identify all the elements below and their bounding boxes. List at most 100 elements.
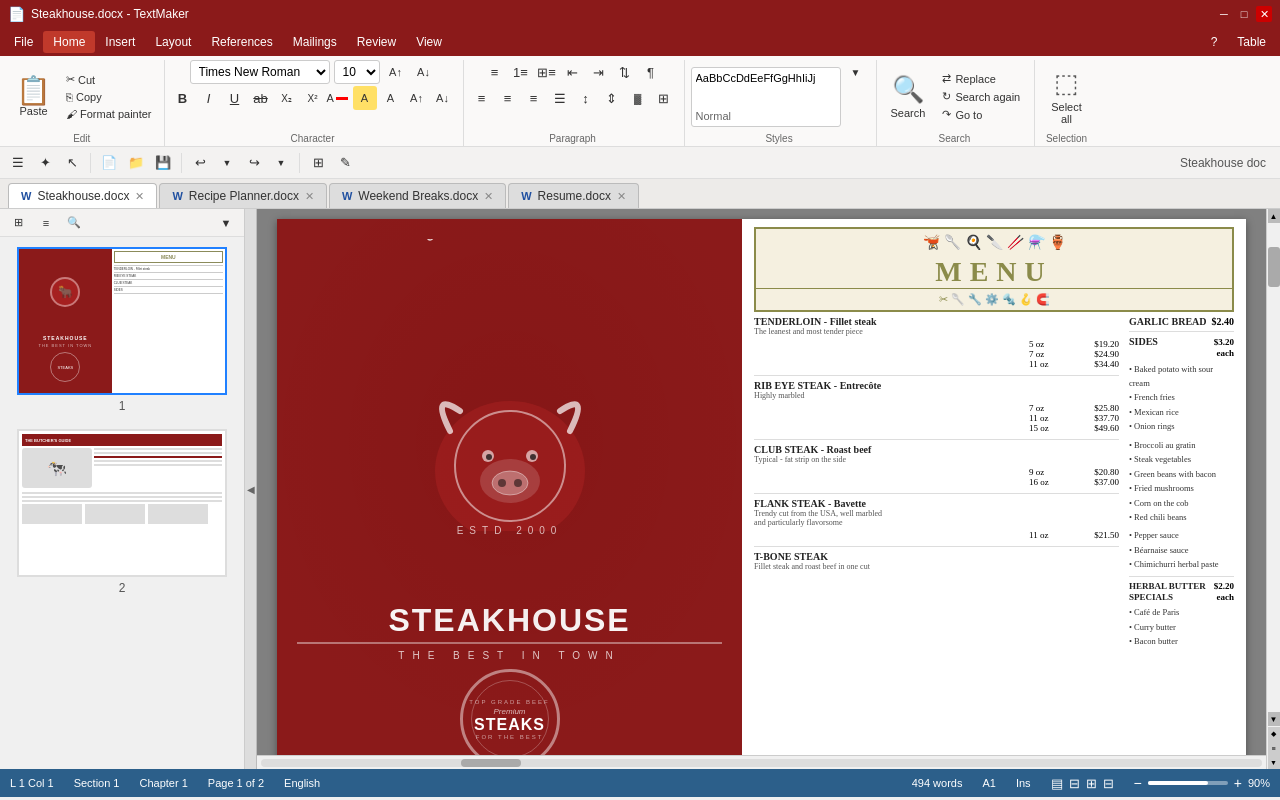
panel-collapse-handle[interactable]: ◀ — [245, 209, 257, 769]
toolbar-open-button[interactable]: 📁 — [124, 151, 148, 175]
zoom-slider[interactable] — [1148, 781, 1228, 785]
scroll-extra-1[interactable]: ◆ — [1268, 727, 1280, 741]
menu-home[interactable]: Home — [43, 31, 95, 53]
doc-tab-weekend-close[interactable]: ✕ — [484, 190, 493, 203]
font-name-select[interactable]: Times New Roman — [190, 60, 330, 84]
toolbar-cursor-button[interactable]: ↖ — [60, 151, 84, 175]
menu-references[interactable]: References — [201, 31, 282, 53]
title-controls[interactable]: ─ □ ✕ — [1216, 6, 1272, 22]
italic-button[interactable]: I — [197, 86, 221, 110]
zoom-in-button[interactable]: + — [1234, 775, 1242, 791]
char-format-button[interactable]: A — [379, 86, 403, 110]
scroll-extra-3[interactable]: ▼ — [1268, 755, 1280, 769]
scroll-thumb[interactable] — [1268, 247, 1280, 287]
font-size-select[interactable]: 10 — [334, 60, 380, 84]
menu-insert[interactable]: Insert — [95, 31, 145, 53]
justify-button[interactable]: ☰ — [548, 86, 572, 110]
doc-tab-steakhouse-close[interactable]: ✕ — [135, 190, 144, 203]
style-dropdown-button[interactable]: ▼ — [844, 60, 868, 84]
toolbar-undo-dropdown-button[interactable]: ▼ — [215, 151, 239, 175]
scroll-up-button[interactable]: ▲ — [1268, 209, 1280, 223]
doc-tab-weekend[interactable]: W Weekend Breaks.docx ✕ — [329, 183, 506, 208]
paste-button[interactable]: 📋 Paste — [8, 73, 59, 121]
bold-button[interactable]: B — [171, 86, 195, 110]
close-button[interactable]: ✕ — [1256, 6, 1272, 22]
horizontal-scrollbar[interactable] — [257, 755, 1266, 769]
select-all-button[interactable]: ⬚ Selectall — [1041, 64, 1092, 129]
right-scrollbar[interactable]: ▲ ▼ ◆ ≡ ▼ — [1266, 209, 1280, 769]
sort-button[interactable]: ⇅ — [613, 60, 637, 84]
toolbar-undo-button[interactable]: ↩ — [188, 151, 212, 175]
menu-table[interactable]: Table — [1227, 31, 1276, 53]
style-preview-box[interactable]: AaBbCcDdEeFfGgHhIiJj Normal — [691, 67, 841, 127]
toolbar-redo-dropdown-button[interactable]: ▼ — [269, 151, 293, 175]
doc-tab-steakhouse[interactable]: W Steakhouse.docx ✕ — [8, 183, 157, 208]
doc-tab-recipe-close[interactable]: ✕ — [305, 190, 314, 203]
toolbar-menu-button[interactable]: ☰ — [6, 151, 30, 175]
char-up-button[interactable]: A↑ — [405, 86, 429, 110]
menu-view[interactable]: View — [406, 31, 452, 53]
bullets-button[interactable]: ≡ — [483, 60, 507, 84]
strikethrough-button[interactable]: ab — [249, 86, 273, 110]
scroll-down-button[interactable]: ▼ — [1268, 712, 1280, 726]
doc-tab-recipe[interactable]: W Recipe Planner.docx ✕ — [159, 183, 326, 208]
panel-expand-button[interactable]: ▼ — [214, 211, 238, 235]
cut-button[interactable]: ✂ Cut — [62, 71, 156, 88]
shading-button[interactable]: ▓ — [626, 86, 650, 110]
align-right-button[interactable]: ≡ — [522, 86, 546, 110]
font-size-increase-button[interactable]: A↑ — [384, 60, 408, 84]
panel-search-button[interactable]: 🔍 — [62, 211, 86, 235]
toolbar-edit-button[interactable]: ✎ — [333, 151, 357, 175]
goto-button[interactable]: ↷ Go to — [936, 106, 1026, 123]
menu-mailings[interactable]: Mailings — [283, 31, 347, 53]
superscript-button[interactable]: X² — [301, 86, 325, 110]
page-thumb-img-2[interactable]: THE BUTCHER'S GUIDE 🐄 — [17, 429, 227, 577]
subscript-button[interactable]: X₂ — [275, 86, 299, 110]
menu-layout[interactable]: Layout — [145, 31, 201, 53]
view-icon-print[interactable]: ▤ — [1051, 776, 1063, 791]
menu-file[interactable]: File — [4, 31, 43, 53]
menu-review[interactable]: Review — [347, 31, 406, 53]
hscroll-track[interactable] — [261, 759, 1262, 767]
page-thumb-img-1[interactable]: 🐂 STEAKHOUSE THE BEST IN TOWN STEAKS MEN… — [17, 247, 227, 395]
char-down-button[interactable]: A↓ — [431, 86, 455, 110]
multilevel-button[interactable]: ⊞≡ — [535, 60, 559, 84]
scroll-extra-2[interactable]: ≡ — [1268, 741, 1280, 755]
toolbar-save-button[interactable]: 💾 — [151, 151, 175, 175]
doc-tab-resume[interactable]: W Resume.docx ✕ — [508, 183, 639, 208]
menu-help[interactable]: ? — [1201, 31, 1228, 53]
document-scroll[interactable]: GRILL RESTAURANT — [257, 209, 1266, 755]
maximize-button[interactable]: □ — [1236, 6, 1252, 22]
decrease-indent-button[interactable]: ⇤ — [561, 60, 585, 84]
toolbar-mode-button[interactable]: ⊞ — [306, 151, 330, 175]
search-button[interactable]: 🔍 Search — [883, 70, 934, 123]
toolbar-redo-button[interactable]: ↪ — [242, 151, 266, 175]
borders-button[interactable]: ⊞ — [652, 86, 676, 110]
font-size-decrease-button[interactable]: A↓ — [412, 60, 436, 84]
para-spacing-button[interactable]: ⇕ — [600, 86, 624, 110]
numbering-button[interactable]: 1≡ — [509, 60, 533, 84]
zoom-out-button[interactable]: − — [1134, 775, 1142, 791]
highlight-button[interactable]: A — [353, 86, 377, 110]
doc-tab-resume-close[interactable]: ✕ — [617, 190, 626, 203]
search-again-button[interactable]: ↻ Search again — [936, 88, 1026, 105]
format-painter-button[interactable]: 🖌 Format painter — [62, 106, 156, 122]
align-center-button[interactable]: ≡ — [496, 86, 520, 110]
minimize-button[interactable]: ─ — [1216, 6, 1232, 22]
align-left-button[interactable]: ≡ — [470, 86, 494, 110]
show-formatting-button[interactable]: ¶ — [639, 60, 663, 84]
panel-list-button[interactable]: ≡ — [34, 211, 58, 235]
copy-button[interactable]: ⎘ Copy — [62, 89, 156, 105]
view-icon-web[interactable]: ⊟ — [1069, 776, 1080, 791]
panel-grid-button[interactable]: ⊞ — [6, 211, 30, 235]
hscroll-thumb[interactable] — [461, 759, 521, 767]
toolbar-star-button[interactable]: ✦ — [33, 151, 57, 175]
view-icon-outline[interactable]: ⊞ — [1086, 776, 1097, 791]
replace-button[interactable]: ⇄ Replace — [936, 70, 1026, 87]
font-color-button[interactable]: A — [327, 86, 351, 110]
toolbar-new-button[interactable]: 📄 — [97, 151, 121, 175]
underline-button[interactable]: U — [223, 86, 247, 110]
line-spacing-button[interactable]: ↕ — [574, 86, 598, 110]
view-icon-draft[interactable]: ⊟ — [1103, 776, 1114, 791]
increase-indent-button[interactable]: ⇥ — [587, 60, 611, 84]
